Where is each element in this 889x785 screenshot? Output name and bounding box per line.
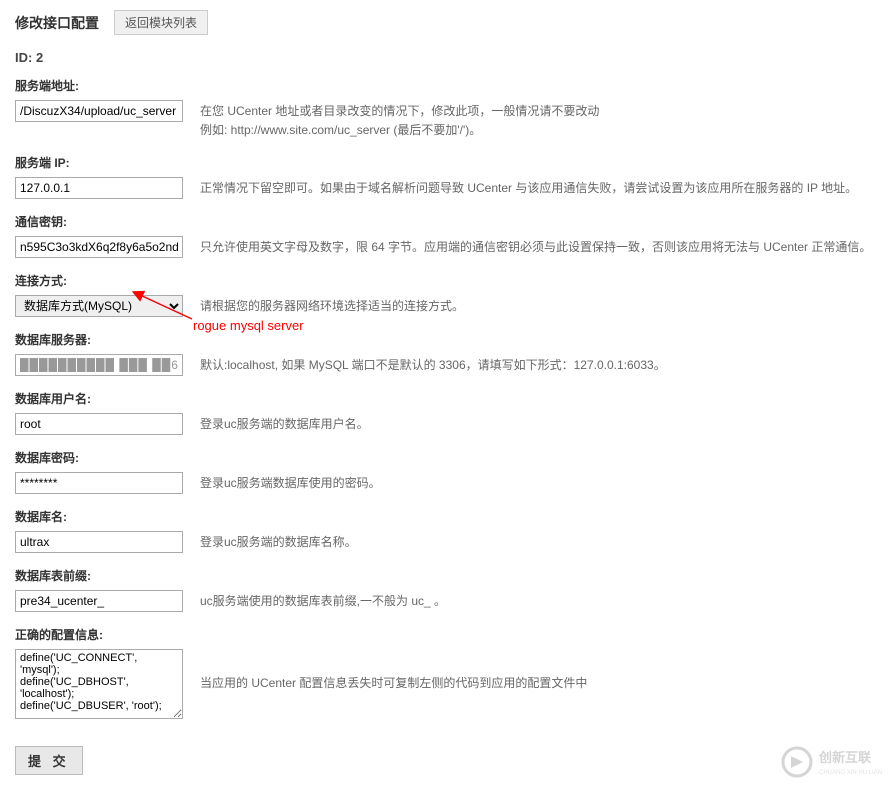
input-comm-key[interactable] [15,236,183,258]
field-server-ip: 服务端 IP: 正常情况下留空即可。如果由于域名解析问题导致 UCenter 与… [15,154,874,199]
watermark-logo: 创新互联 CHUANG XIN HU LIAN [779,742,889,785]
field-db-server: 数据库服务器: 默认:localhost, 如果 MySQL 端口不是默认的 3… [15,331,874,376]
label-server-address: 服务端地址: [15,77,874,94]
field-connect-type: 连接方式: 数据库方式(MySQL) 请根据您的服务器网络环境选择适当的连接方式… [15,272,874,317]
help-db-prefix: uc服务端使用的数据库表前缀,一不般为 uc_ 。 [200,590,446,611]
help-db-user: 登录uc服务端的数据库用户名。 [200,413,369,434]
input-db-user[interactable] [15,413,183,435]
page-header: 修改接口配置 返回模块列表 [15,10,874,35]
help-server-address: 在您 UCenter 地址或者目录改变的情况下，修改此项，一般情况请不要改动 例… [200,100,599,140]
help-db-name: 登录uc服务端的数据库名称。 [200,531,357,552]
help-config-info: 当应用的 UCenter 配置信息丢失时可复制左侧的代码到应用的配置文件中 [200,649,587,693]
label-db-prefix: 数据库表前缀: [15,567,874,584]
field-db-user: 数据库用户名: 登录uc服务端的数据库用户名。 [15,390,874,435]
field-db-password: 数据库密码: 登录uc服务端数据库使用的密码。 [15,449,874,494]
field-db-prefix: 数据库表前缀: uc服务端使用的数据库表前缀,一不般为 uc_ 。 [15,567,874,612]
svg-text:CHUANG XIN HU LIAN: CHUANG XIN HU LIAN [819,770,882,776]
field-server-address: 服务端地址: 在您 UCenter 地址或者目录改变的情况下，修改此项，一般情况… [15,77,874,140]
submit-button[interactable]: 提 交 [15,746,83,775]
field-comm-key: 通信密钥: 只允许使用英文字母及数字，限 64 字节。应用端的通信密钥必须与此设… [15,213,874,258]
help-server-ip: 正常情况下留空即可。如果由于域名解析问题导致 UCenter 与该应用通信失败，… [200,177,857,198]
input-db-password[interactable] [15,472,183,494]
id-label: ID: 2 [15,50,874,65]
label-db-user: 数据库用户名: [15,390,874,407]
input-server-address[interactable] [15,100,183,122]
input-server-ip[interactable] [15,177,183,199]
label-comm-key: 通信密钥: [15,213,874,230]
input-db-prefix[interactable] [15,590,183,612]
label-db-server: 数据库服务器: [15,331,874,348]
help-db-server: 默认:localhost, 如果 MySQL 端口不是默认的 3306，请填写如… [200,354,666,375]
back-to-module-list-button[interactable]: 返回模块列表 [114,10,208,35]
label-server-ip: 服务端 IP: [15,154,874,171]
help-comm-key: 只允许使用英文字母及数字，限 64 字节。应用端的通信密钥必须与此设置保持一致，… [200,236,871,257]
help-db-password: 登录uc服务端数据库使用的密码。 [200,472,381,493]
help-connect-type: 请根据您的服务器网络环境选择适当的连接方式。 [200,295,464,316]
label-config-info: 正确的配置信息: [15,626,874,643]
select-connect-type[interactable]: 数据库方式(MySQL) [15,295,183,317]
label-db-name: 数据库名: [15,508,874,525]
field-config-info: 正确的配置信息: define('UC_CONNECT', 'mysql'); … [15,626,874,722]
page-title: 修改接口配置 [15,13,99,33]
field-db-name: 数据库名: 登录uc服务端的数据库名称。 [15,508,874,553]
svg-text:创新互联: 创新互联 [818,750,871,765]
input-db-name[interactable] [15,531,183,553]
label-db-password: 数据库密码: [15,449,874,466]
textarea-config-info[interactable]: define('UC_CONNECT', 'mysql'); define('U… [15,649,183,719]
annotation-text: rogue mysql server [193,318,304,333]
label-connect-type: 连接方式: [15,272,874,289]
input-db-server[interactable] [15,354,183,376]
